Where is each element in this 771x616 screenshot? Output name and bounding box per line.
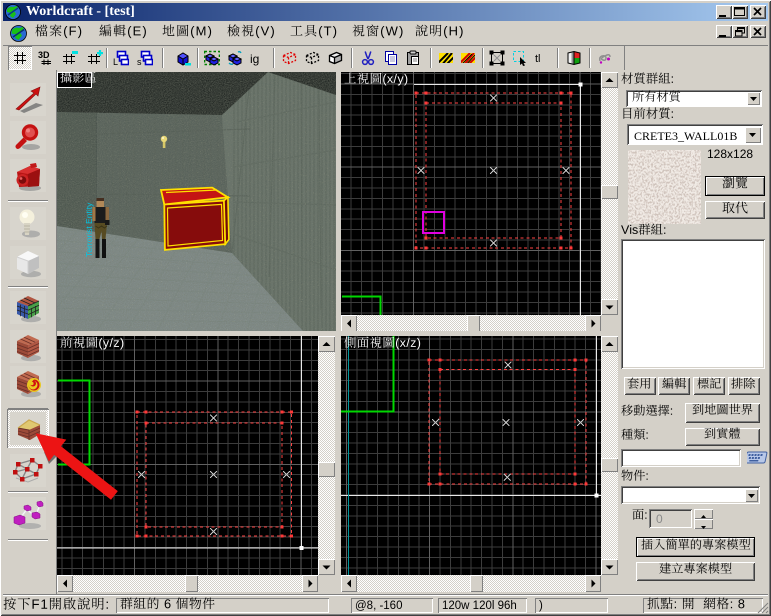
svg-text:ig: ig <box>250 52 259 66</box>
svg-text:tl: tl <box>535 53 541 65</box>
